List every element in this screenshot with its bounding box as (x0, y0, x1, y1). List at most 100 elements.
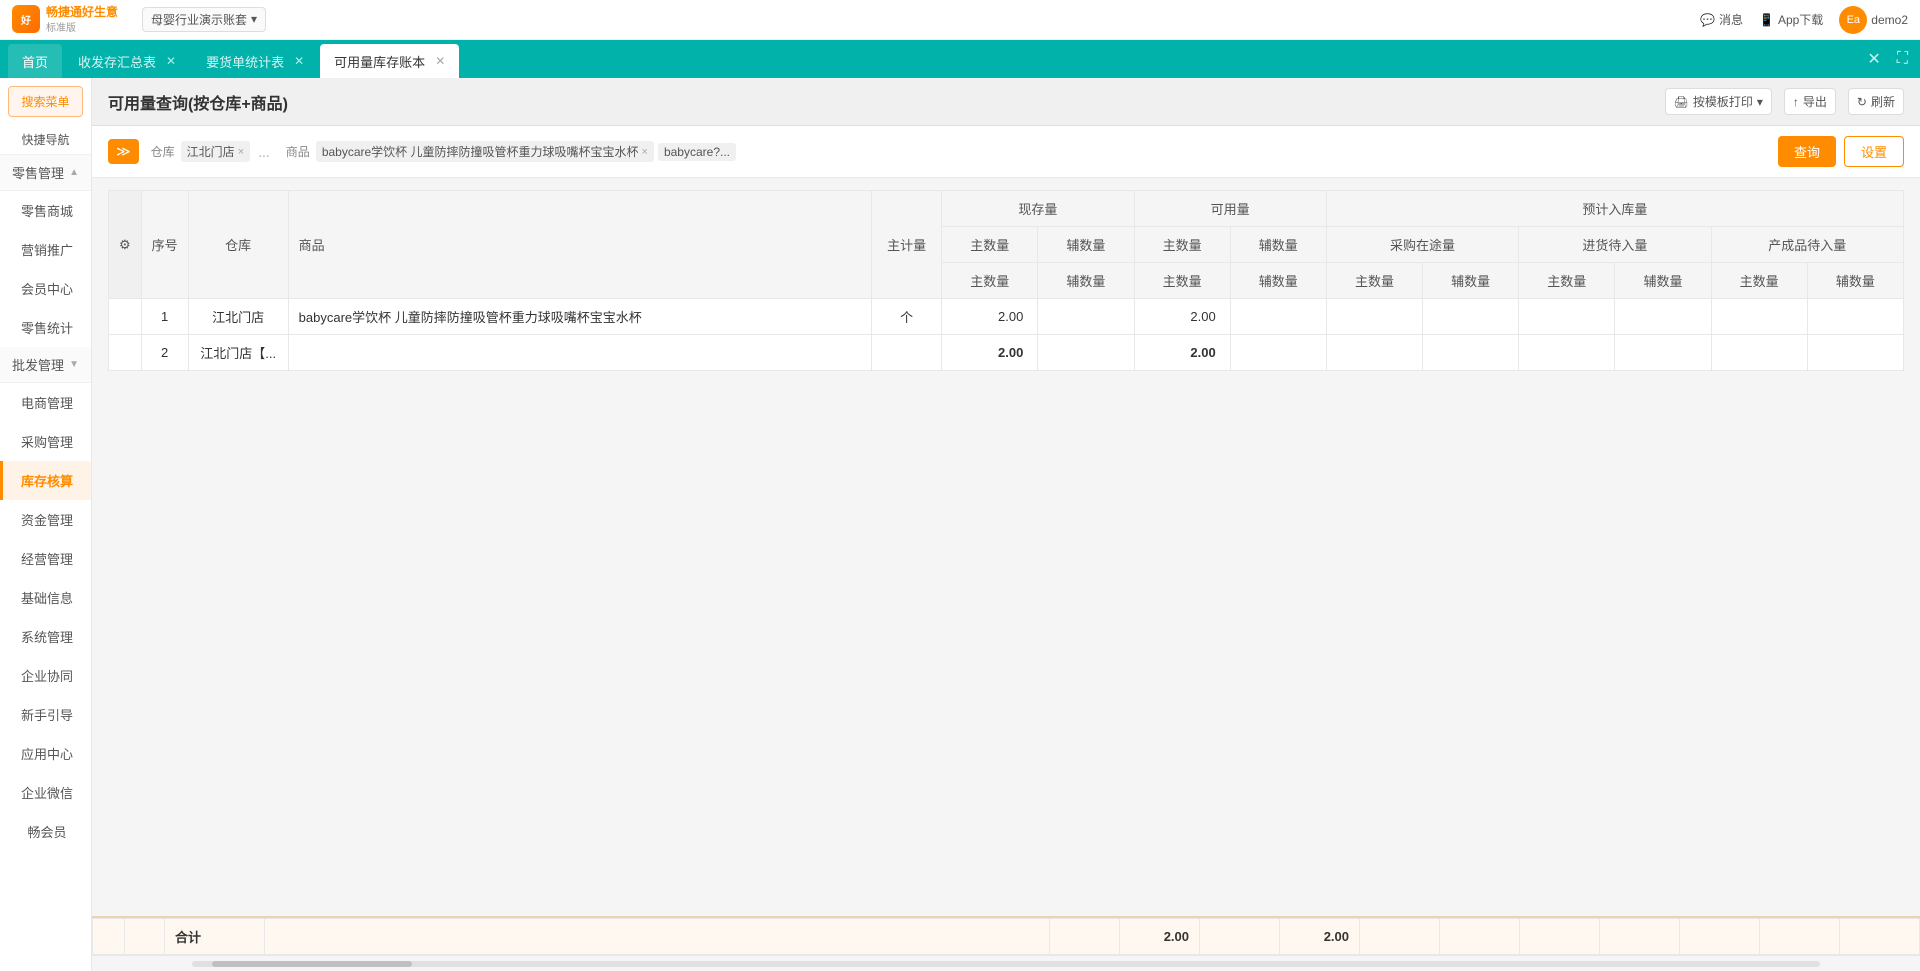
sidebar-item-finance[interactable]: 资金管理 (0, 500, 91, 539)
row2-finished-main (1711, 335, 1807, 371)
tab-close-all-icon[interactable]: ✕ (1863, 45, 1884, 73)
tab-available-stock-close-icon[interactable]: ✕ (435, 55, 445, 67)
export-button[interactable]: ↑ 导出 (1784, 88, 1836, 115)
tab-order-stats[interactable]: 要货单统计表 ✕ (192, 44, 318, 78)
download-icon: 📱 (1759, 13, 1774, 27)
sidebar-item-corp-wechat[interactable]: 企业微信 (0, 773, 91, 812)
sidebar-item-operations[interactable]: 经营管理 (0, 539, 91, 578)
sidebar-item-basic-info[interactable]: 基础信息 (0, 578, 91, 617)
sidebar-app-center-label: 应用中心 (21, 744, 73, 763)
row2-purchased-aux (1423, 335, 1519, 371)
sidebar-item-enterprise[interactable]: 企业协同 (0, 656, 91, 695)
sidebar-item-inventory[interactable]: 库存核算 (0, 461, 91, 500)
table-subh-stock-main: 主数量 (942, 263, 1038, 299)
footer-purchased-aux-total (1520, 919, 1600, 955)
app-name: 畅捷通好生意 (46, 5, 118, 19)
sidebar-item-app-center[interactable]: 应用中心 (0, 734, 91, 773)
sidebar-item-member[interactable]: 会员中心 (0, 269, 91, 308)
row1-incoming-aux (1615, 299, 1711, 335)
horizontal-scrollbar[interactable] (92, 955, 1920, 971)
tab-maximize-icon[interactable]: ⛶ (1893, 46, 1912, 72)
message-label: 消息 (1719, 11, 1743, 28)
table-col-avail-main: 主数量 (1134, 227, 1230, 263)
tenant-selector[interactable]: 母婴行业演示账套 ▾ (142, 7, 266, 32)
sidebar-item-zero-retail[interactable]: 零售管理 ▲ (0, 155, 91, 191)
app-download-button[interactable]: 📱 App下载 (1759, 11, 1823, 28)
top-bar: 好 畅捷通好生意 标准版 母婴行业演示账套 ▾ 💬 消息 📱 App下载 Ea … (0, 0, 1920, 40)
tab-receive-summary-label: 收发存汇总表 (78, 52, 156, 71)
tab-available-stock-label: 可用量库存账本 (334, 52, 425, 71)
table-row: 1 江北门店 babycare学饮杯 儿童防摔防撞吸管杯重力球吸嘴杯宝宝水杯 个… (109, 299, 1904, 335)
refresh-button[interactable]: ↻ 刷新 (1848, 88, 1904, 115)
sidebar-item-member2[interactable]: 畅会员 (0, 812, 91, 851)
user-name: demo2 (1871, 13, 1908, 27)
table-footer: 合计 2.00 2.00 (92, 916, 1920, 955)
footer-incoming-main-total (1600, 919, 1680, 955)
sidebar-operations-label: 经营管理 (21, 549, 73, 568)
export-icon: ↑ (1793, 95, 1799, 109)
sidebar-search-button[interactable]: 搜索菜单 (8, 86, 83, 117)
table-col-warehouse: 仓库 (188, 191, 288, 299)
sidebar-quick-nav[interactable]: 快捷导航 (0, 125, 91, 155)
message-icon: 💬 (1700, 13, 1715, 27)
settings-button[interactable]: 设置 (1844, 136, 1904, 167)
filter-actions: 查询 设置 (1778, 136, 1904, 167)
warehouse-filter-label: 仓库 (151, 143, 175, 160)
tab-order-stats-close-icon[interactable]: ✕ (294, 55, 304, 67)
row1-stock-aux (1038, 299, 1134, 335)
sidebar-item-new-guide[interactable]: 新手引导 (0, 695, 91, 734)
sidebar-item-retail-stats[interactable]: 零售统计 (0, 308, 91, 347)
settings-icon[interactable]: ⚙ (119, 237, 131, 252)
logo-text-block: 畅捷通好生意 标准版 (46, 5, 118, 34)
row2-purchased-main (1326, 335, 1422, 371)
query-button[interactable]: 查询 (1778, 136, 1836, 167)
sidebar-finance-label: 资金管理 (21, 510, 73, 529)
table-container: ⚙ 序号 仓库 商品 主计量 现存量 可用量 预计入库量 主数量 辅数量 主数量 (92, 178, 1920, 916)
print-chevron-icon: ▾ (1757, 95, 1763, 109)
sidebar-wholesale-arrow-icon: ▼ (69, 359, 79, 370)
footer-avail-aux-total (1360, 919, 1440, 955)
refresh-icon: ↻ (1857, 95, 1867, 109)
row1-purchased-main (1326, 299, 1422, 335)
footer-incoming-aux-total (1680, 919, 1760, 955)
sidebar-item-ecommerce[interactable]: 电商管理 (0, 383, 91, 422)
row2-incoming-main (1519, 335, 1615, 371)
sidebar-corp-wechat-label: 企业微信 (21, 783, 73, 802)
scrollbar-track (192, 961, 1820, 967)
scrollbar-thumb[interactable] (212, 961, 412, 967)
user-area[interactable]: Ea demo2 (1839, 6, 1908, 34)
main-layout: 搜索菜单 快捷导航 零售管理 ▲ 零售商城 营销推广 会员中心 零售统计 批发管… (0, 78, 1920, 971)
warehouse-tag-jiangbei-close-icon[interactable]: × (238, 146, 244, 158)
tab-receive-summary-close-icon[interactable]: ✕ (166, 55, 176, 67)
sidebar-item-system[interactable]: 系统管理 (0, 617, 91, 656)
sidebar-zero-retail-arrow-icon: ▲ (69, 167, 79, 178)
tab-receive-summary[interactable]: 收发存汇总表 ✕ (64, 44, 190, 78)
sidebar-item-retail-mall[interactable]: 零售商城 (0, 191, 91, 230)
tenant-name: 母婴行业演示账套 (151, 11, 247, 28)
filter-toggle-button[interactable]: ≫ (108, 139, 139, 164)
print-template-button[interactable]: 🖨 按模板打印 ▾ (1665, 88, 1772, 115)
sidebar-item-purchase[interactable]: 采购管理 (0, 422, 91, 461)
footer-total-unit (1050, 919, 1120, 955)
warehouse-filter-more-icon[interactable]: ... (254, 144, 274, 160)
table-col-stock-main: 主数量 (942, 227, 1038, 263)
row1-col-settings (109, 299, 142, 335)
table-col-settings: ⚙ (109, 191, 142, 299)
page-actions: 🖨 按模板打印 ▾ ↑ 导出 ↻ 刷新 (1665, 88, 1904, 115)
tab-home[interactable]: 首页 (8, 44, 62, 78)
table-col-available-header: 可用量 (1134, 191, 1326, 227)
message-button[interactable]: 💬 消息 (1700, 11, 1743, 28)
sidebar-item-marketing[interactable]: 营销推广 (0, 230, 91, 269)
row2-col-settings (109, 335, 142, 371)
content-area: 可用量查询(按仓库+商品) 🖨 按模板打印 ▾ ↑ 导出 ↻ 刷新 ≫ (92, 78, 1920, 971)
tab-available-stock[interactable]: 可用量库存账本 ✕ (320, 44, 459, 78)
sidebar-basic-info-label: 基础信息 (21, 588, 73, 607)
sidebar-member2-label: 畅会员 (27, 822, 66, 841)
warehouse-filter-tags: 江北门店 × ... (181, 141, 274, 162)
sidebar-item-wholesale[interactable]: 批发管理 ▼ (0, 347, 91, 383)
product-tag-babycare-close-icon[interactable]: × (642, 146, 648, 158)
row1-warehouse: 江北门店 (188, 299, 288, 335)
footer-total-row: 合计 2.00 2.00 (93, 919, 1920, 955)
sidebar-wholesale-label: 批发管理 (12, 355, 64, 374)
app-edition: 标准版 (46, 19, 118, 34)
